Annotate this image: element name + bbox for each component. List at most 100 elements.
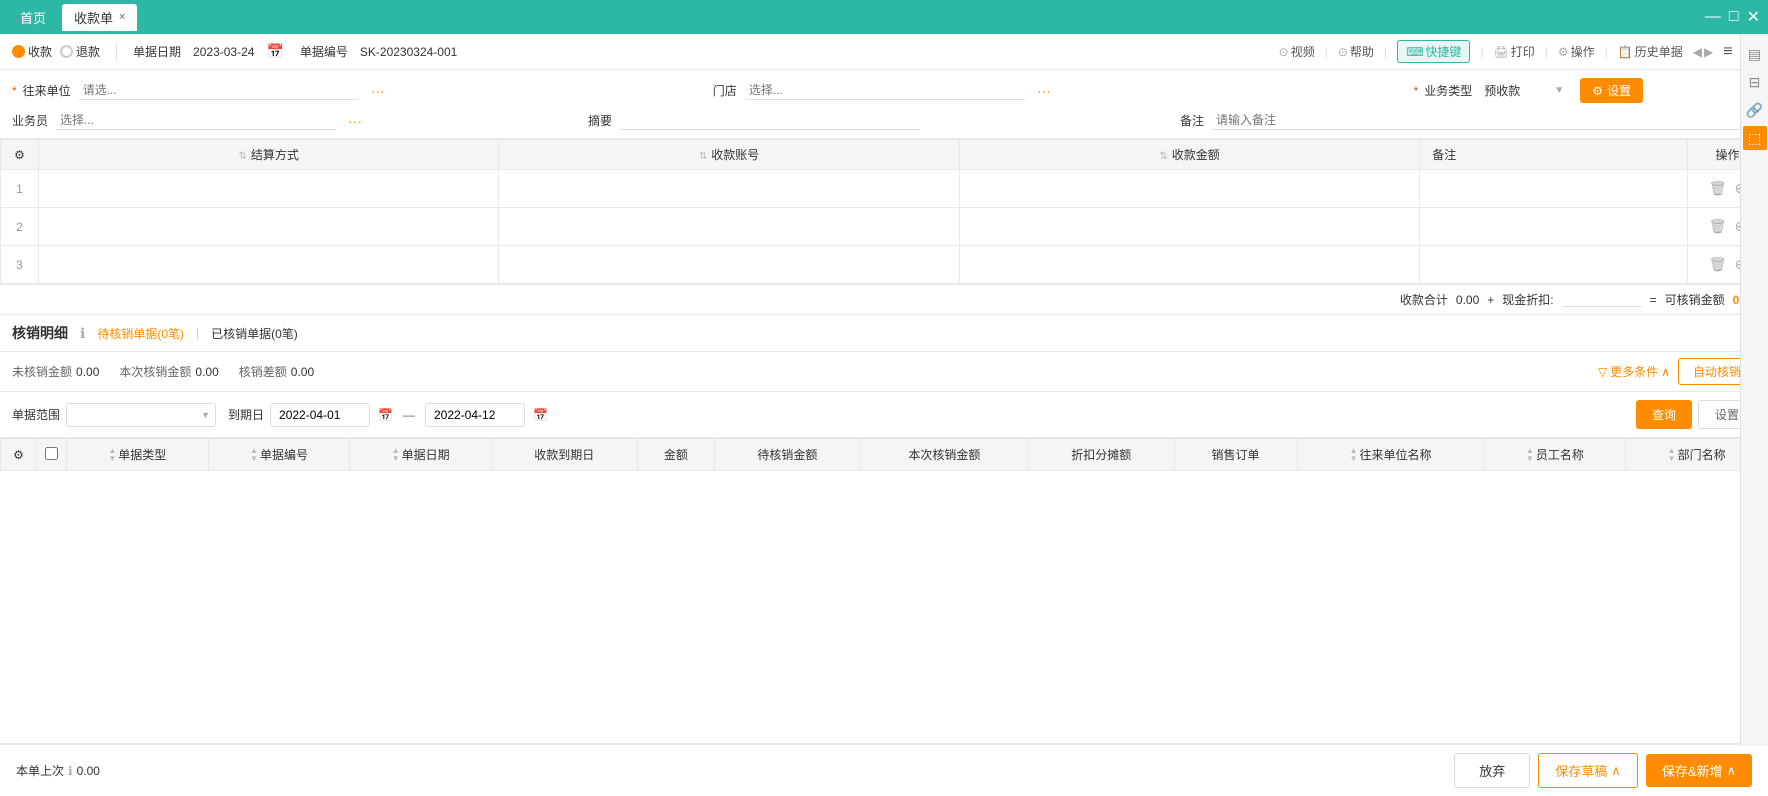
abandon-btn[interactable]: 放弃 <box>1454 753 1530 788</box>
th-amount: ⇅收款金额 <box>959 140 1419 170</box>
doc-range-select[interactable] <box>66 403 216 427</box>
doc-range-select-wrap <box>66 403 216 427</box>
save-draft-btn[interactable]: 保存草稿 ∧ <box>1538 753 1638 788</box>
history-icon: 📋 <box>1618 45 1633 59</box>
radio-receive-label: 收款 <box>28 43 52 60</box>
row-amount-3[interactable] <box>959 246 1419 284</box>
summary-input[interactable] <box>620 111 920 130</box>
th-settings[interactable]: ⚙ <box>1 140 39 170</box>
counterpart-required: * <box>12 84 17 98</box>
tab-active[interactable]: 收款单 × <box>62 4 137 31</box>
discount-input[interactable] <box>1562 292 1642 307</box>
diff-stat: 核销差额 0.00 <box>239 363 314 380</box>
vth-settings[interactable]: ⚙ <box>1 439 37 471</box>
prev-info-icon[interactable]: ℹ <box>68 764 73 778</box>
table-row: 1 🗑 ⊕ <box>1 170 1768 208</box>
window-close-btn[interactable]: ✕ <box>1747 7 1760 27</box>
salesperson-input[interactable] <box>56 111 336 130</box>
print-btn[interactable]: 🖨 打印 <box>1494 43 1535 60</box>
save-new-label: 保存&新增 <box>1662 761 1723 780</box>
history-btn[interactable]: 📋 历史单据 <box>1618 43 1683 60</box>
completed-tab[interactable]: 已核销单据(0笔) <box>211 325 298 342</box>
salesperson-field: 业务员 ··· <box>12 111 572 130</box>
radio-refund[interactable]: 退款 <box>60 43 100 60</box>
due-date-from-input[interactable] <box>270 403 370 427</box>
select-all-checkbox[interactable] <box>45 447 58 460</box>
save-new-btn[interactable]: 保存&新增 ∧ <box>1646 754 1752 787</box>
vth-gear-icon[interactable]: ⚙ <box>13 448 24 462</box>
calendar-to-icon[interactable]: 📅 <box>533 408 548 422</box>
prev-info: 本单上次 ℹ 0.00 <box>16 762 100 779</box>
video-icon: ⊙ <box>1279 45 1289 59</box>
row-delete-icon-1[interactable]: 🗑 <box>1709 180 1727 197</box>
row-remark-3[interactable] <box>1420 246 1688 284</box>
sort-doc-no-icon: ▲▼ <box>250 447 258 463</box>
row-num-2: 2 <box>1 208 39 246</box>
doc-date-label: 单据日期 <box>133 43 181 60</box>
window-minimize-btn[interactable]: — <box>1705 8 1721 26</box>
row-delete-icon-2[interactable]: 🗑 <box>1709 218 1727 235</box>
more-conditions-btn[interactable]: ▽ 更多条件 ∧ <box>1598 363 1670 380</box>
date-dash: — <box>403 408 415 422</box>
tab-home[interactable]: 首页 <box>8 4 58 31</box>
filter-right: 查询 设置 <box>1636 400 1756 429</box>
salesperson-more-btn[interactable]: ··· <box>344 113 366 129</box>
help-icon: ⊙ <box>1338 45 1348 59</box>
sidebar-icon-3[interactable]: 🔗 <box>1743 98 1767 122</box>
sidebar-icon-4[interactable]: ⬚ <box>1743 126 1767 150</box>
store-input[interactable] <box>745 81 1025 100</box>
shortcut-btn[interactable]: ⌨ 快捷键 <box>1397 40 1470 63</box>
row-remark-1[interactable] <box>1420 170 1688 208</box>
sidebar-icon-1[interactable]: ▤ <box>1743 42 1767 66</box>
settings-btn[interactable]: ⚙ 设置 <box>1580 78 1643 103</box>
row-delete-icon-3[interactable]: 🗑 <box>1709 256 1727 273</box>
store-more-btn[interactable]: ··· <box>1033 83 1055 99</box>
row-settlement-1[interactable] <box>39 170 499 208</box>
counterpart-input[interactable] <box>79 81 359 100</box>
table-gear-icon[interactable]: ⚙ <box>14 148 25 162</box>
settings-gear-icon: ⚙ <box>1592 84 1603 98</box>
discount-label: 现金折扣: <box>1502 291 1553 308</box>
tab-close-icon[interactable]: × <box>119 11 125 23</box>
video-btn[interactable]: ⊙ 视频 <box>1279 43 1315 60</box>
due-date-field: 到期日 📅 — 📅 <box>228 403 548 427</box>
th-settlement: ⇅结算方式 <box>39 140 499 170</box>
row-account-1[interactable] <box>499 170 959 208</box>
pending-tab[interactable]: 待核销单据(0笔) <box>97 325 184 342</box>
query-btn[interactable]: 查询 <box>1636 400 1692 429</box>
radio-group: 收款 退款 <box>12 43 100 60</box>
vth-employee: ▲▼ 员工名称 <box>1484 439 1626 471</box>
right-sidebar: ▤ ⊟ 🔗 ⬚ <box>1740 34 1768 746</box>
row-amount-1[interactable] <box>959 170 1419 208</box>
window-maximize-btn[interactable]: □ <box>1729 8 1739 26</box>
video-label: 视频 <box>1291 43 1315 60</box>
shortcut-label: 快捷键 <box>1425 43 1461 60</box>
row-remark-2[interactable] <box>1420 208 1688 246</box>
row-account-2[interactable] <box>499 208 959 246</box>
bt-dropdown-icon[interactable]: ▼ <box>1554 85 1564 96</box>
layout-list-btn[interactable]: ≡ <box>1723 43 1732 61</box>
nav-next-btn[interactable]: ▶ <box>1704 45 1713 59</box>
row-amount-2[interactable] <box>959 208 1419 246</box>
bt-required: * <box>1414 84 1419 98</box>
row-settlement-3[interactable] <box>39 246 499 284</box>
bottom-right: 放弃 保存草稿 ∧ 保存&新增 ∧ <box>1454 753 1752 788</box>
calendar-icon[interactable]: 📅 <box>266 43 283 60</box>
operation-btn[interactable]: ⚙ 操作 <box>1558 43 1595 60</box>
row-settlement-2[interactable] <box>39 208 499 246</box>
current-value: 0.00 <box>195 365 218 379</box>
counterpart-more-btn[interactable]: ··· <box>367 83 389 99</box>
row-account-3[interactable] <box>499 246 959 284</box>
verify-right: ▽ 更多条件 ∧ 自动核销 <box>1598 358 1756 385</box>
verify-info-icon[interactable]: ℹ <box>80 325 85 342</box>
calendar-from-icon[interactable]: 📅 <box>378 408 393 422</box>
help-btn[interactable]: ⊙ 帮助 <box>1338 43 1374 60</box>
sum-value: 0.00 <box>1456 293 1479 307</box>
radio-receive[interactable]: 收款 <box>12 43 52 60</box>
remark-input[interactable] <box>1212 111 1740 130</box>
nav-prev-btn[interactable]: ◀ <box>1693 45 1702 59</box>
main-container: 收款 退款 单据日期 2023-03-24 📅 单据编号 SK-20230324… <box>0 34 1768 796</box>
due-date-to-input[interactable] <box>425 403 525 427</box>
sidebar-icon-2[interactable]: ⊟ <box>1743 70 1767 94</box>
doc-range-field: 单据范围 <box>12 403 216 427</box>
